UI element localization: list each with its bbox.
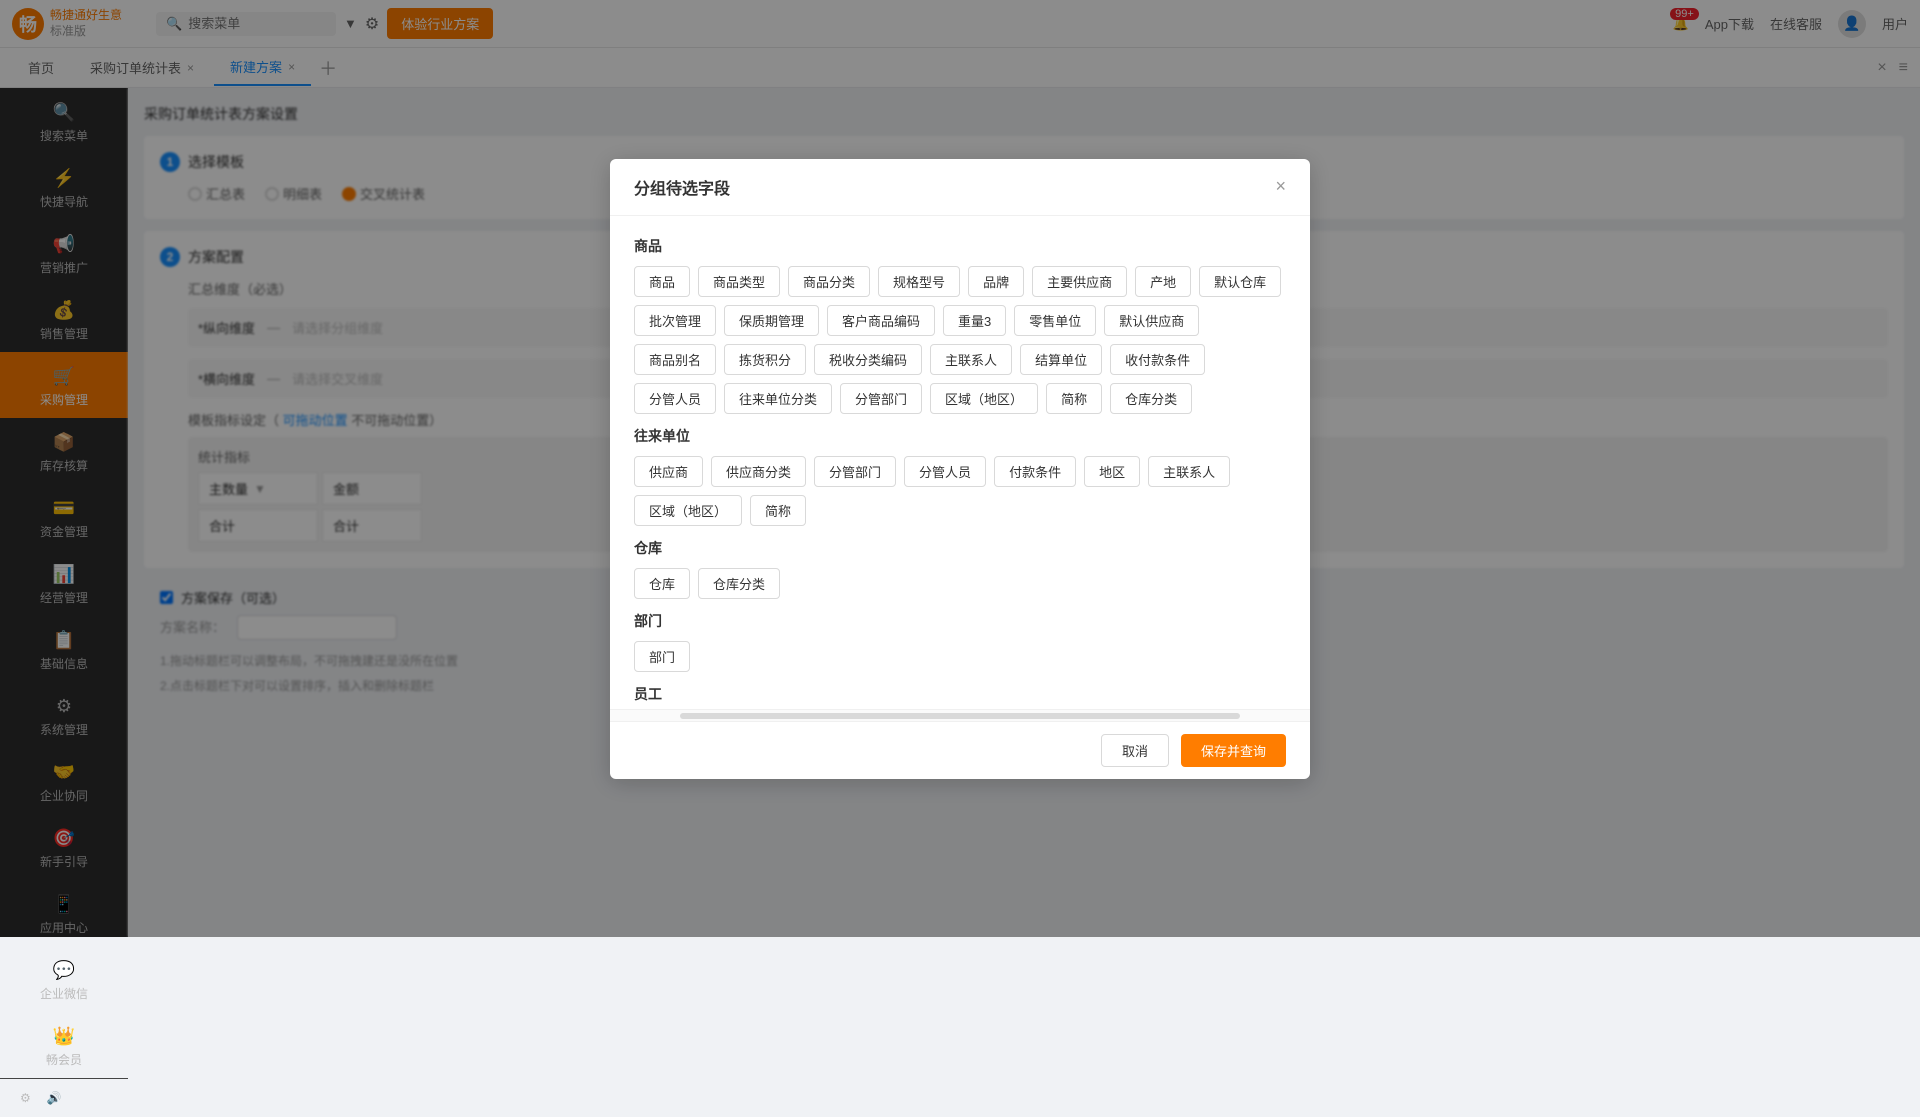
audio-icon[interactable]: 🔊 [47, 1091, 62, 1105]
field-tag-0-6[interactable]: 产地 [1135, 266, 1191, 297]
field-tags-group-1: 供应商供应商分类分管部门分管人员付款条件地区主联系人区域（地区） 简称 [634, 456, 1286, 526]
group-title-0: 商品 [634, 236, 1286, 256]
field-tag-0-20[interactable]: 分管人员 [634, 383, 716, 414]
sidebar-item-enterprise-wx[interactable]: 💬 企业微信 [0, 946, 128, 1012]
field-tag-0-12[interactable]: 零售单位 [1014, 305, 1096, 336]
field-tag-1-2[interactable]: 分管部门 [814, 456, 896, 487]
field-tag-0-5[interactable]: 主要供应商 [1032, 266, 1127, 297]
field-tag-0-3[interactable]: 规格型号 [878, 266, 960, 297]
modal-title: 分组待选字段 [634, 175, 730, 199]
cancel-button[interactable]: 取消 [1101, 734, 1169, 767]
settings-bottom-icon[interactable]: ⚙ [20, 1091, 31, 1105]
sidebar-bottom: ⚙ 🔊 [0, 1078, 128, 1117]
field-tag-0-13[interactable]: 默认供应商 [1104, 305, 1199, 336]
field-tag-1-3[interactable]: 分管人员 [904, 456, 986, 487]
field-tag-0-4[interactable]: 品牌 [968, 266, 1024, 297]
member-icon: 👑 [53, 1026, 75, 1047]
field-tag-0-23[interactable]: 区域（地区） [930, 383, 1038, 414]
field-tag-1-4[interactable]: 付款条件 [994, 456, 1076, 487]
field-tag-0-15[interactable]: 拣货积分 [724, 344, 806, 375]
sidebar-item-member[interactable]: 👑 畅会员 [0, 1012, 128, 1078]
field-tag-0-2[interactable]: 商品分类 [788, 266, 870, 297]
field-tag-0-10[interactable]: 客户商品编码 [827, 305, 935, 336]
modal-hscroll-thumb [680, 713, 1240, 719]
field-tag-1-6[interactable]: 主联系人 [1148, 456, 1230, 487]
field-tag-0-19[interactable]: 收付款条件 [1110, 344, 1205, 375]
sidebar-bottom-actions: ⚙ 🔊 [0, 1079, 128, 1117]
field-tag-3-0[interactable]: 部门 [634, 641, 690, 672]
field-tag-1-1[interactable]: 供应商分类 [711, 456, 806, 487]
field-tag-0-8[interactable]: 批次管理 [634, 305, 716, 336]
field-tag-1-8[interactable]: 简称 [750, 495, 806, 526]
field-tag-0-24[interactable]: 简称 [1046, 383, 1102, 414]
field-tag-0-22[interactable]: 分管部门 [840, 383, 922, 414]
field-tag-1-0[interactable]: 供应商 [634, 456, 703, 487]
field-tag-0-0[interactable]: 商品 [634, 266, 690, 297]
field-tag-0-25[interactable]: 仓库分类 [1110, 383, 1192, 414]
field-tag-2-0[interactable]: 仓库 [634, 568, 690, 599]
field-tag-2-1[interactable]: 仓库分类 [698, 568, 780, 599]
field-tag-0-18[interactable]: 结算单位 [1020, 344, 1102, 375]
group-title-4: 员工 [634, 684, 1286, 704]
modal-footer: 取消 保存并查询 [610, 721, 1310, 779]
field-tag-0-21[interactable]: 往来单位分类 [724, 383, 832, 414]
confirm-button[interactable]: 保存并查询 [1181, 734, 1286, 767]
field-tag-0-7[interactable]: 默认仓库 [1199, 266, 1281, 297]
enterprise-wx-icon: 💬 [53, 960, 75, 981]
field-tag-0-14[interactable]: 商品别名 [634, 344, 716, 375]
field-tag-0-16[interactable]: 税收分类编码 [814, 344, 922, 375]
field-tags-group-3: 部门 [634, 641, 1286, 672]
group-title-3: 部门 [634, 611, 1286, 631]
group-title-1: 往来单位 [634, 426, 1286, 446]
modal-close-button[interactable]: × [1275, 176, 1286, 197]
modal-dialog: 分组待选字段 × 商品商品商品类型商品分类规格型号品牌主要供应商产地默认仓库批次… [610, 159, 1310, 779]
field-tag-0-11[interactable]: 重量3 [943, 305, 1006, 336]
field-tag-0-17[interactable]: 主联系人 [930, 344, 1012, 375]
field-tag-0-1[interactable]: 商品类型 [698, 266, 780, 297]
field-tag-1-7[interactable]: 区域（地区） [634, 495, 742, 526]
modal-horizontal-scrollbar[interactable] [610, 709, 1310, 721]
modal-overlay: 分组待选字段 × 商品商品商品类型商品分类规格型号品牌主要供应商产地默认仓库批次… [0, 0, 1920, 937]
field-tag-1-5[interactable]: 地区 [1084, 456, 1140, 487]
group-title-2: 仓库 [634, 538, 1286, 558]
field-tags-group-0: 商品商品类型商品分类规格型号品牌主要供应商产地默认仓库批次管理保质期管理客户商品… [634, 266, 1286, 414]
modal-body: 商品商品商品类型商品分类规格型号品牌主要供应商产地默认仓库批次管理保质期管理客户… [610, 216, 1310, 709]
field-tag-0-9[interactable]: 保质期管理 [724, 305, 819, 336]
field-tags-group-2: 仓库仓库分类 [634, 568, 1286, 599]
modal-header: 分组待选字段 × [610, 159, 1310, 216]
